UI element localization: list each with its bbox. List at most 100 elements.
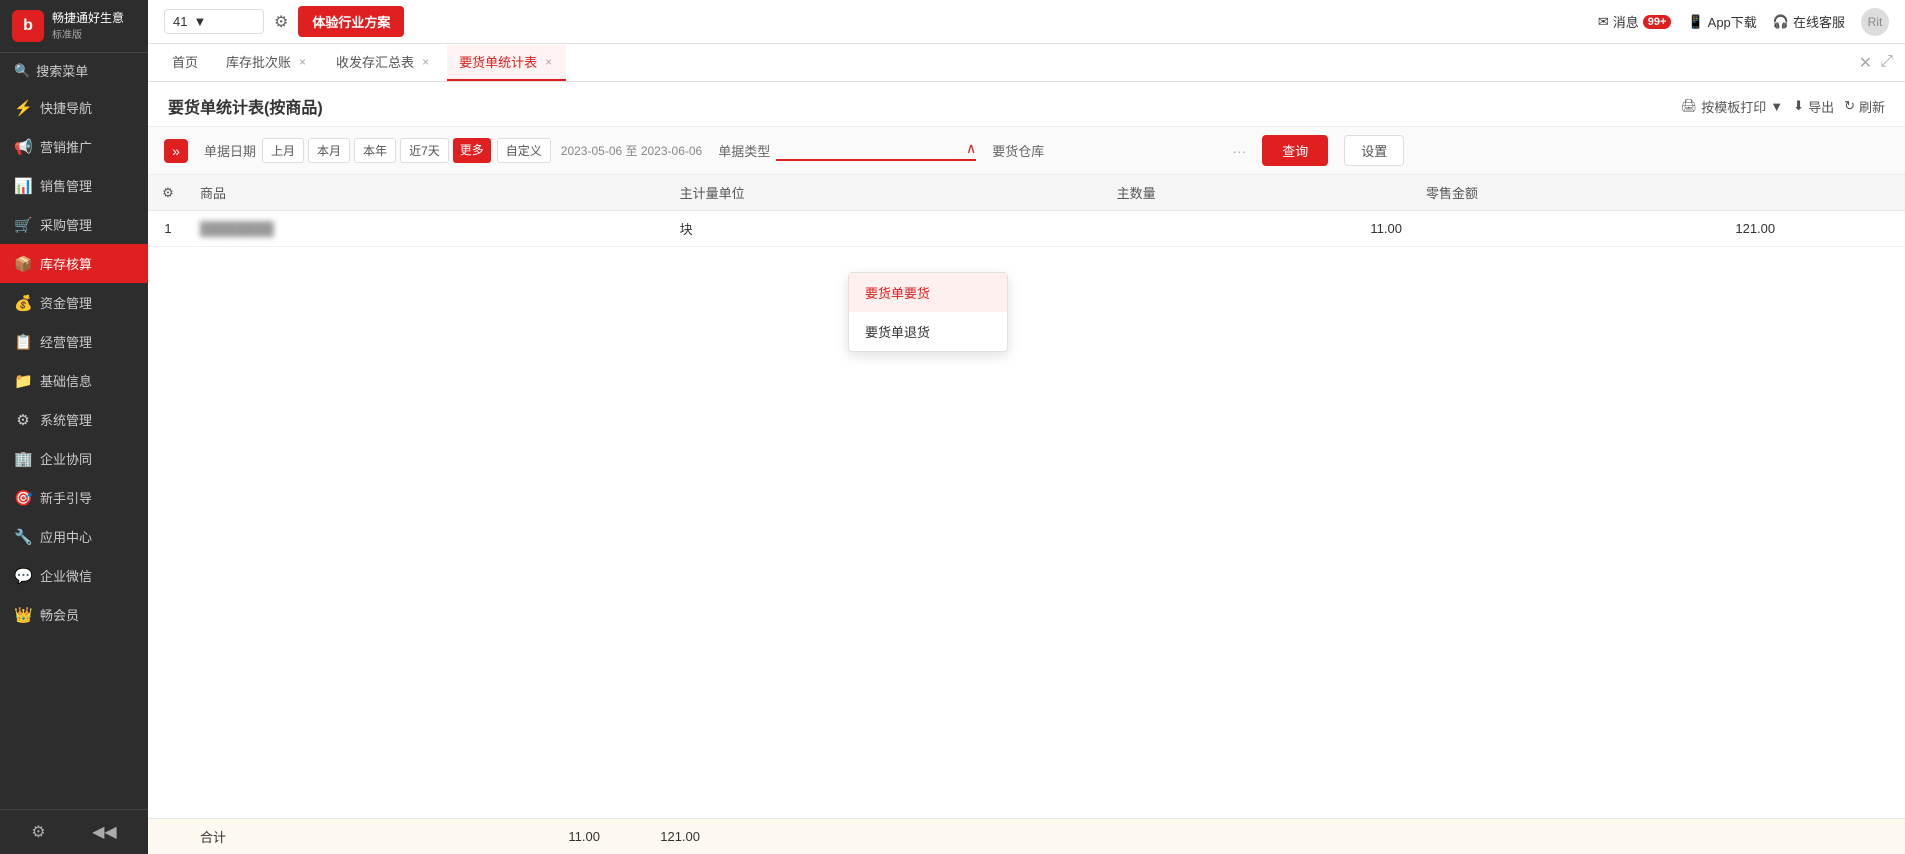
window-expand-btn[interactable]: ⤢ xyxy=(1880,53,1893,73)
finance-icon: 💰 xyxy=(14,294,32,312)
dropdown-item-order-return[interactable]: 要货单退货 xyxy=(849,312,1007,351)
date-filter-label: 单据日期 xyxy=(204,141,256,160)
guide-icon: 🎯 xyxy=(14,489,32,507)
search-icon: 🔍 xyxy=(14,63,30,79)
sidebar-item-label: 基础信息 xyxy=(40,371,92,390)
service-label: 在线客服 xyxy=(1793,12,1845,31)
enterprise-icon: 🏢 xyxy=(14,450,32,468)
sidebar-item-enterprise[interactable]: 🏢 企业协同 xyxy=(0,439,148,478)
sidebar-search[interactable]: 🔍 搜索菜单 xyxy=(0,53,148,88)
date-range-display: 2023-05-06 至 2023-06-06 xyxy=(561,142,702,159)
date-more-badge[interactable]: 更多 xyxy=(453,138,491,163)
footer-qty: 11.00 xyxy=(520,829,620,844)
table-row: 1 ████████ 块 11.00 121.00 xyxy=(148,211,1905,247)
service-btn[interactable]: 🎧 在线客服 xyxy=(1773,12,1845,31)
sidebar-item-sales[interactable]: 📊 销售管理 xyxy=(0,166,148,205)
window-close-btn[interactable]: ✕ xyxy=(1859,53,1872,73)
msg-icon: ✉ xyxy=(1598,14,1609,30)
sidebar-item-member[interactable]: 👑 畅会员 xyxy=(0,595,148,634)
date-recent-btn[interactable]: 近7天 xyxy=(400,138,449,163)
export-icon: ⬇ xyxy=(1793,98,1804,114)
td-qty: 11.00 xyxy=(1105,211,1414,247)
date-last-month-btn[interactable]: 上月 xyxy=(262,138,304,163)
sidebar-item-operation[interactable]: 📋 经营管理 xyxy=(0,322,148,361)
tab-inventory-batch-close[interactable]: × xyxy=(297,55,308,69)
sidebar-item-quick-nav[interactable]: ⚡ 快捷导航 xyxy=(0,88,148,127)
date-custom-btn[interactable]: 自定义 xyxy=(497,138,551,163)
filter-expand-btn[interactable]: » xyxy=(164,139,188,163)
type-filter-group: 单据类型 ∧ xyxy=(718,140,976,161)
sidebar-item-system[interactable]: ⚙ 系统管理 xyxy=(0,400,148,439)
topbar-gear-icon[interactable]: ⚙ xyxy=(274,12,288,32)
date-this-month-btn[interactable]: 本月 xyxy=(308,138,350,163)
appstore-icon: 🔧 xyxy=(14,528,32,546)
trial-btn[interactable]: 体验行业方案 xyxy=(298,6,404,37)
sidebar-item-label: 资金管理 xyxy=(40,293,92,312)
tab-home-label: 首页 xyxy=(172,52,198,71)
table-header-row: ⚙ 商品 主计量单位 主数量 零售金额 xyxy=(148,175,1905,211)
query-btn[interactable]: 查询 xyxy=(1262,135,1328,166)
template-print-btn[interactable]: 🖨 按模板打印 ▼ xyxy=(1681,97,1783,116)
sidebar-collapse-btn[interactable]: ◀◀ xyxy=(88,818,121,846)
export-btn[interactable]: ⬇ 导出 xyxy=(1793,97,1834,116)
sidebar-item-appstore[interactable]: 🔧 应用中心 xyxy=(0,517,148,556)
tab-order-summary[interactable]: 要货单统计表 × xyxy=(447,45,566,81)
headphone-icon: 🎧 xyxy=(1773,14,1789,30)
warehouse-filter-input[interactable] xyxy=(1050,143,1226,158)
marketing-icon: 📢 xyxy=(14,138,32,156)
sidebar-item-label: 快捷导航 xyxy=(40,98,92,117)
tab-receive-summary-label: 收发存汇总表 xyxy=(336,52,414,71)
sidebar-item-wechat[interactable]: 💬 企业微信 xyxy=(0,556,148,595)
store-selector[interactable]: 41 ▼ xyxy=(164,9,264,34)
sidebar-item-inventory[interactable]: 📦 库存核算 xyxy=(0,244,148,283)
date-this-year-btn[interactable]: 本年 xyxy=(354,138,396,163)
page-title: 要货单统计表(按商品) xyxy=(168,94,323,118)
tab-inventory-batch-label: 库存批次账 xyxy=(226,52,291,71)
app-logo-icon: b xyxy=(12,10,44,42)
sidebar-item-finance[interactable]: 💰 资金管理 xyxy=(0,283,148,322)
template-print-label: 按模板打印 xyxy=(1701,97,1766,116)
user-avatar[interactable]: Rit xyxy=(1861,8,1889,36)
type-filter-input[interactable] xyxy=(776,141,962,156)
th-qty: 主数量 xyxy=(1105,175,1414,211)
sidebar-item-label: 销售管理 xyxy=(40,176,92,195)
sidebar-item-marketing[interactable]: 📢 营销推广 xyxy=(0,127,148,166)
sidebar-item-label: 新手引导 xyxy=(40,488,92,507)
type-filter-wrapper[interactable]: ∧ xyxy=(776,140,976,161)
sidebar-item-label: 企业微信 xyxy=(40,566,92,585)
tab-receive-summary[interactable]: 收发存汇总表 × xyxy=(324,45,443,81)
settings-btn[interactable]: 设置 xyxy=(1344,135,1404,166)
basic-icon: 📁 xyxy=(14,372,32,390)
sidebar-item-label: 库存核算 xyxy=(40,254,92,273)
sidebar-item-guide[interactable]: 🎯 新手引导 xyxy=(0,478,148,517)
sidebar-item-purchase[interactable]: 🛒 采购管理 xyxy=(0,205,148,244)
date-quick-btns: 上月 本月 本年 近7天 更多 xyxy=(262,138,491,163)
sidebar-item-label: 营销推广 xyxy=(40,137,92,156)
sales-icon: 📊 xyxy=(14,177,32,195)
td-num: 1 xyxy=(148,211,188,247)
tab-receive-summary-close[interactable]: × xyxy=(420,55,431,69)
tab-home[interactable]: 首页 xyxy=(160,45,210,81)
app-download-btn[interactable]: 📱 App下载 xyxy=(1687,12,1756,31)
sidebar-item-label: 采购管理 xyxy=(40,215,92,234)
table-settings-icon[interactable]: ⚙ xyxy=(162,185,174,200)
td-goods: ████████ xyxy=(188,211,668,247)
printer-icon: 🖨 xyxy=(1681,98,1698,114)
msg-btn[interactable]: ✉ 消息 99+ xyxy=(1598,12,1672,31)
export-label: 导出 xyxy=(1808,97,1834,116)
refresh-label: 刷新 xyxy=(1859,97,1885,116)
dropdown-item-order-purchase[interactable]: 要货单要货 xyxy=(849,273,1007,312)
sidebar-item-label: 应用中心 xyxy=(40,527,92,546)
type-filter-arrow-icon[interactable]: ∧ xyxy=(966,140,976,157)
warehouse-more-icon[interactable]: ··· xyxy=(1232,143,1246,159)
sidebar-item-basic[interactable]: 📁 基础信息 xyxy=(0,361,148,400)
sidebar-logo: b 畅捷通好生意 标准版 xyxy=(0,0,148,53)
sidebar-item-label: 畅会员 xyxy=(40,605,79,624)
sidebar-settings-btn[interactable]: ⚙ xyxy=(27,818,49,846)
tab-inventory-batch[interactable]: 库存批次账 × xyxy=(214,45,320,81)
refresh-btn[interactable]: ↻ 刷新 xyxy=(1844,97,1885,116)
sidebar-item-label: 经营管理 xyxy=(40,332,92,351)
brand-sub: 标准版 xyxy=(52,26,124,41)
footer-total-label: 合计 xyxy=(160,827,360,846)
tab-order-summary-close[interactable]: × xyxy=(543,55,554,69)
